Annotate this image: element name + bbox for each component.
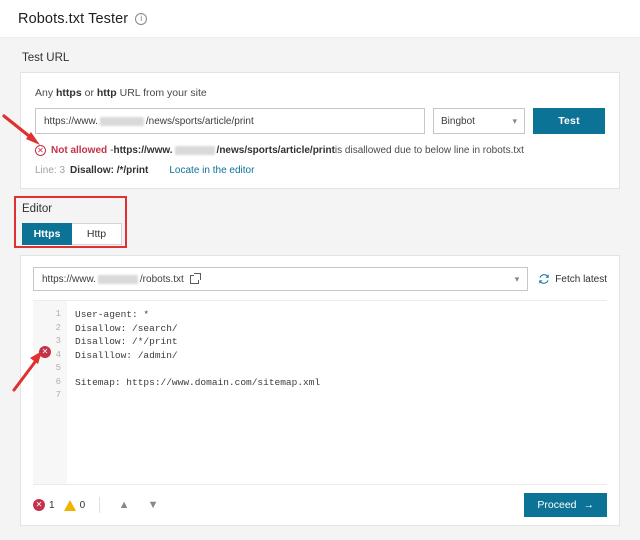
url-row: https://www. /news/sports/article/print B… — [35, 108, 605, 134]
editor-gutter: 1 2 3 4 5 6 7 — [33, 301, 67, 484]
url-prefix-text: https://www. — [44, 115, 98, 127]
error-count-value: 1 — [49, 499, 55, 511]
locate-in-editor-link[interactable]: Locate in the editor — [169, 165, 254, 176]
proceed-label: Proceed — [537, 499, 577, 511]
label-part-suffix: URL from your site — [116, 87, 207, 99]
statusbar-divider — [99, 497, 101, 513]
result-url-suffix: /news/sports/article/print — [216, 145, 335, 156]
info-icon[interactable]: i — [135, 12, 148, 25]
editor-code-content[interactable]: User-agent: * Disallow: /search/ Disallo… — [67, 301, 607, 484]
test-result-message: ✕ Not allowed - https://www./news/sports… — [35, 145, 605, 156]
line-number: 6 — [55, 376, 61, 387]
error-marker-icon[interactable]: ✕ — [39, 346, 51, 358]
result-url-prefix: https://www. — [113, 145, 173, 156]
code-line: User-agent: * — [75, 309, 150, 320]
line-number: 5 — [55, 363, 61, 373]
red-box-annotation — [14, 196, 127, 248]
label-part-http: http — [96, 87, 117, 99]
error-circle-icon: ✕ — [35, 145, 46, 156]
result-line-label: Line: 3 — [35, 165, 66, 176]
test-url-card: Any https or http URL from your site htt… — [20, 72, 620, 189]
result-message-text: is disallowed due to below line in robot… — [334, 145, 524, 156]
code-line: Disalllow: /admin/ — [75, 349, 178, 361]
app-header: Robots.txt Tester i — [0, 0, 640, 38]
chevron-up-icon[interactable]: ▲ — [114, 495, 134, 515]
result-line-info: Line: 3 Disallow: /*/print Locate in the… — [35, 165, 605, 176]
external-link-icon[interactable] — [189, 272, 201, 284]
page-root: Robots.txt Tester i Test URL Any https o… — [0, 0, 640, 540]
robots-url-prefix: https://www. — [42, 273, 96, 285]
robots-url-text: https://www. /robots.txt — [42, 272, 201, 285]
fetch-latest-button[interactable]: Fetch latest — [538, 273, 607, 285]
editor-statusbar: ✕ 1 0 ▲ ▼ Proceed → — [21, 485, 619, 525]
code-line: Disallow: /search/ — [75, 322, 178, 334]
code-line: Sitemap: https://www.domain.com/sitemap.… — [75, 376, 321, 388]
warning-count[interactable]: 0 — [63, 499, 86, 511]
arrow-right-icon: → — [583, 499, 595, 511]
redacted-domain — [99, 116, 144, 126]
warning-count-icon — [63, 499, 76, 511]
robots-url-suffix: /robots.txt — [139, 273, 184, 285]
warning-count-value: 0 — [79, 499, 86, 511]
result-rule-text: Disallow: /*/print — [70, 165, 149, 176]
url-suffix-text: /news/sports/article/print — [145, 115, 254, 127]
robots-url-select[interactable]: https://www. /robots.txt ▾ — [33, 267, 529, 291]
chevron-down-icon[interactable]: ▼ — [143, 495, 163, 515]
page-title: Robots.txt Tester — [18, 10, 129, 27]
user-agent-select[interactable]: Bingbot ▾ — [433, 108, 525, 134]
chevron-down-icon: ▾ — [514, 273, 520, 284]
proceed-button[interactable]: Proceed → — [524, 493, 607, 517]
test-url-section-title: Test URL — [22, 52, 70, 64]
url-field-label: Any https or http URL from your site — [35, 87, 605, 99]
error-count[interactable]: ✕ 1 — [33, 499, 55, 511]
chevron-down-icon: ▾ — [512, 115, 517, 126]
line-number: 1 — [55, 309, 61, 319]
redacted-domain — [97, 274, 138, 284]
robots-code-editor[interactable]: 1 2 3 4 5 6 7 User-agent: * Disallow: /s… — [33, 300, 607, 485]
label-part-prefix: Any — [35, 87, 57, 99]
line-number: 7 — [55, 390, 61, 400]
redacted-domain — [174, 146, 215, 155]
test-url-input[interactable]: https://www. /news/sports/article/print — [35, 108, 425, 134]
editor-toolbar: https://www. /robots.txt ▾ Fetch latest — [21, 256, 619, 300]
code-line: Disallow: /*/print — [75, 336, 178, 347]
user-agent-value: Bingbot — [441, 115, 475, 127]
error-count-icon: ✕ — [33, 499, 45, 511]
label-part-mid: or — [81, 87, 97, 99]
line-number: 2 — [55, 322, 61, 333]
label-part-https: https — [56, 87, 82, 99]
status-badge: Not allowed — [51, 145, 108, 156]
fetch-latest-label: Fetch latest — [555, 273, 607, 285]
line-number: 3 — [55, 336, 61, 346]
refresh-icon — [539, 274, 549, 284]
editor-card: https://www. /robots.txt ▾ Fetch latest 1… — [20, 255, 620, 526]
test-button[interactable]: Test — [533, 108, 605, 134]
